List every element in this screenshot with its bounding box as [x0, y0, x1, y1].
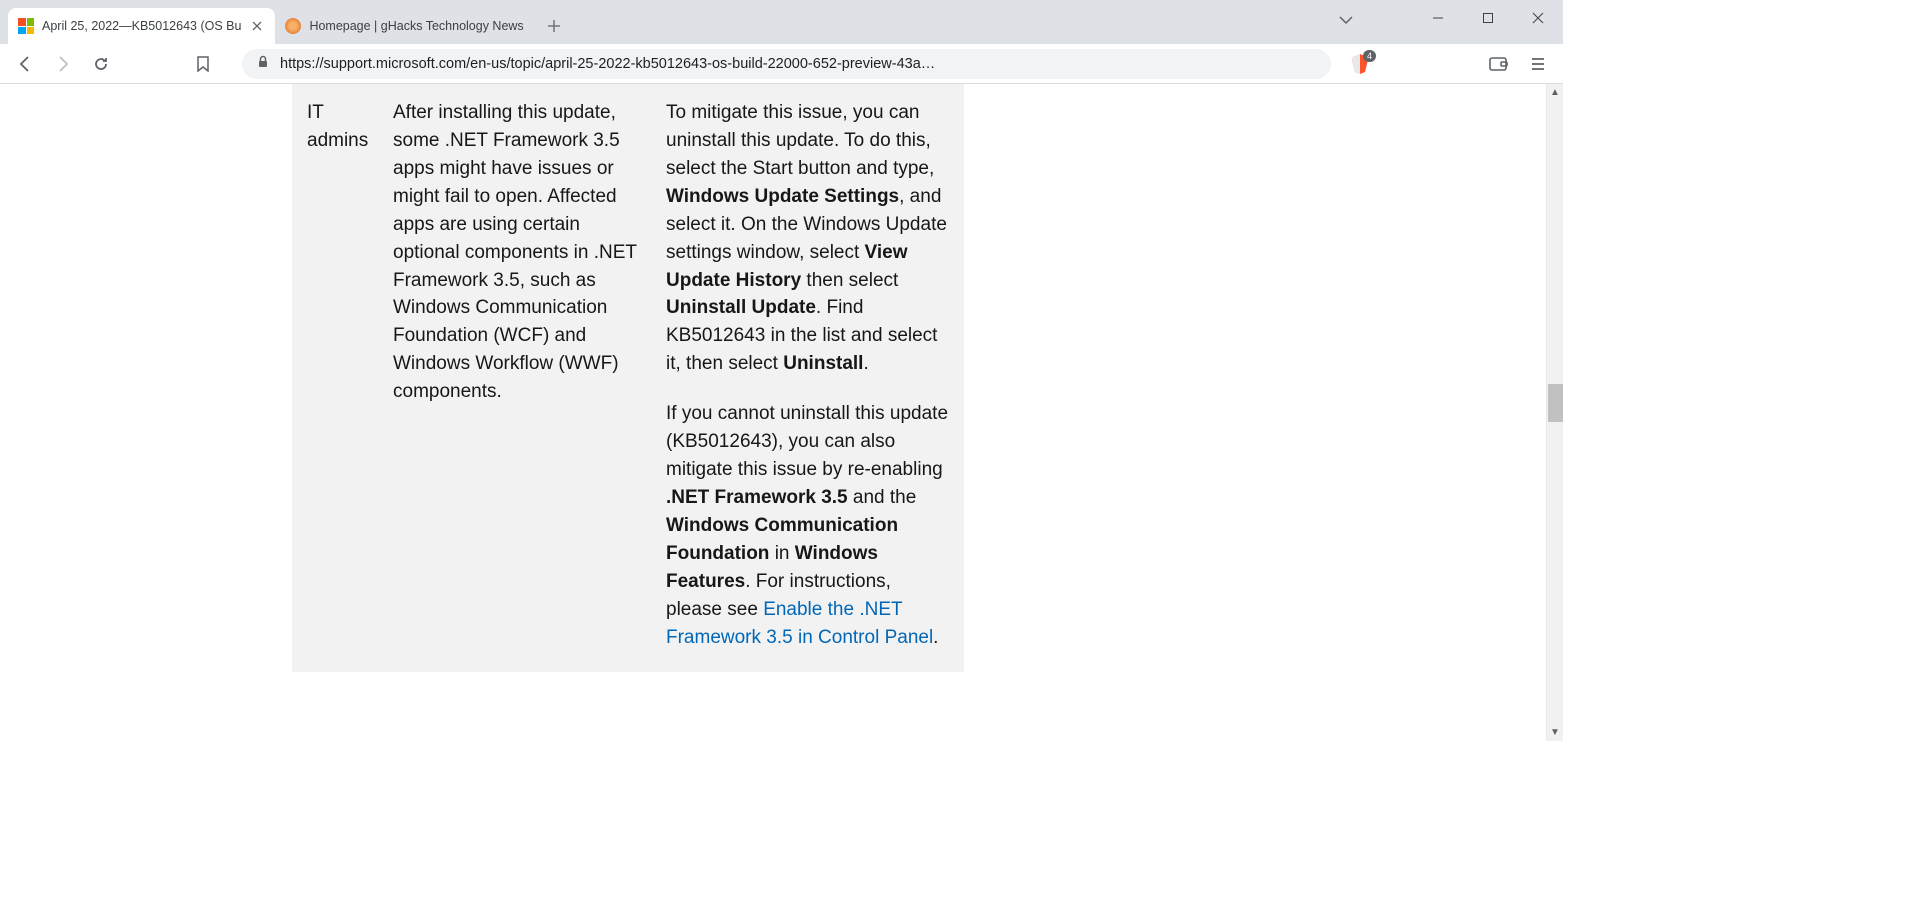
tab-title: April 25, 2022—KB5012643 (OS Bu — [42, 19, 241, 33]
text: then select — [801, 270, 898, 291]
text-bold: Uninstall Update — [666, 297, 816, 318]
forward-button[interactable] — [46, 47, 80, 81]
text-bold: Windows Update Settings — [666, 186, 899, 207]
new-tab-button[interactable] — [540, 12, 568, 40]
column-workaround: To mitigate this issue, you can uninstal… — [666, 99, 949, 652]
browser-titlebar: April 25, 2022—KB5012643 (OS Bu Homepage… — [0, 0, 1563, 44]
reload-button[interactable] — [84, 47, 118, 81]
microsoft-favicon — [18, 18, 34, 34]
tab-title: Homepage | gHacks Technology News — [309, 19, 523, 33]
shields-badge: 4 — [1363, 50, 1376, 62]
text: and the — [848, 487, 917, 508]
back-button[interactable] — [8, 47, 42, 81]
menu-button[interactable] — [1521, 47, 1555, 81]
minimize-button[interactable] — [1413, 0, 1463, 35]
close-icon[interactable] — [249, 18, 265, 34]
bookmark-button[interactable] — [186, 47, 220, 81]
browser-toolbar: https://support.microsoft.com/en-us/topi… — [0, 44, 1563, 84]
scrollbar-thumb[interactable] — [1548, 384, 1563, 422]
scroll-up-arrow[interactable]: ▲ — [1547, 84, 1563, 101]
column-applies-to: IT admins — [307, 99, 375, 652]
tab-active[interactable]: April 25, 2022—KB5012643 (OS Bu — [8, 8, 275, 44]
tab-inactive[interactable]: Homepage | gHacks Technology News — [275, 8, 533, 44]
text-bold: .NET Framework 3.5 — [666, 487, 848, 508]
scroll-down-arrow[interactable]: ▼ — [1547, 724, 1563, 741]
maximize-button[interactable] — [1463, 0, 1513, 35]
column-symptom: After installing this update, some .NET … — [393, 99, 648, 652]
lock-icon — [256, 55, 270, 73]
text-bold: Uninstall — [783, 353, 863, 374]
brave-shields-button[interactable]: 4 — [1343, 47, 1377, 81]
page-viewport: IT admins After installing this update, … — [0, 84, 1563, 741]
ghacks-favicon — [285, 18, 301, 34]
url-text: https://support.microsoft.com/en-us/topi… — [280, 56, 1317, 72]
text: in — [769, 543, 794, 564]
address-bar[interactable]: https://support.microsoft.com/en-us/topi… — [242, 49, 1331, 79]
article-table-row: IT admins After installing this update, … — [292, 84, 964, 672]
tab-overflow-icon[interactable] — [1339, 12, 1353, 30]
text: . — [933, 627, 938, 648]
vertical-scrollbar[interactable]: ▲ ▼ — [1546, 84, 1563, 741]
text: If you cannot uninstall this update (KB5… — [666, 403, 948, 480]
window-controls — [1413, 0, 1563, 35]
wallet-button[interactable] — [1481, 47, 1515, 81]
text: To mitigate this issue, you can uninstal… — [666, 102, 934, 179]
text: . — [863, 353, 868, 374]
close-window-button[interactable] — [1513, 0, 1563, 35]
